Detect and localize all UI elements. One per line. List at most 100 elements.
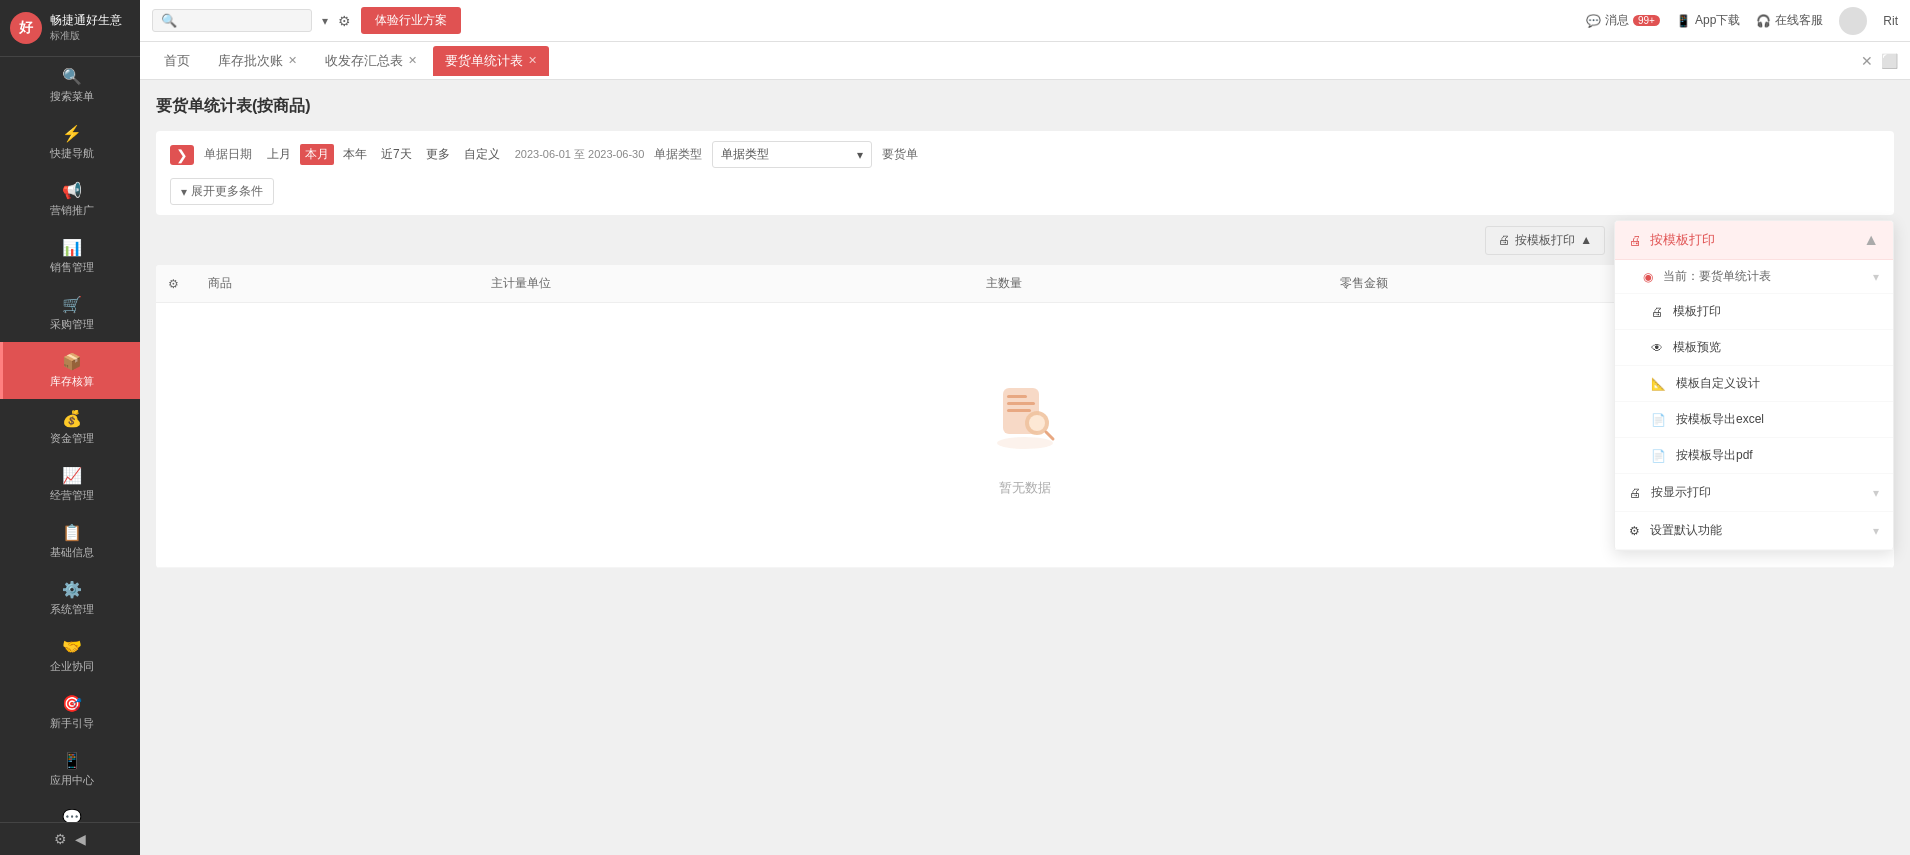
date-btn-last-month[interactable]: 上月 (262, 144, 296, 165)
sidebar-item-system[interactable]: ⚙️ 系统管理 (0, 570, 140, 627)
dropdown-current-arrow-icon: ▾ (1873, 270, 1879, 284)
dropdown-item-template-export-pdf[interactable]: 📄 按模板导出pdf (1615, 438, 1893, 474)
app-tag: 标准版 (50, 29, 122, 43)
cooperation-icon: 🤝 (62, 637, 82, 656)
app-download-item[interactable]: 📱 App下载 (1676, 12, 1740, 29)
tab-controls: ✕ ⬜ (1861, 53, 1898, 69)
dropdown-item-template-custom[interactable]: 📐 模板自定义设计 (1615, 366, 1893, 402)
tab-order-summary[interactable]: 要货单统计表 ✕ (433, 46, 549, 76)
tab-collection-summary-close-icon[interactable]: ✕ (408, 54, 417, 67)
close-all-tabs-icon[interactable]: ✕ (1861, 53, 1873, 69)
template-export-pdf-icon: 📄 (1651, 449, 1666, 463)
print-label: 按模板打印 (1515, 232, 1575, 249)
sidebar-item-wechat[interactable]: 💬 企业微信 (0, 798, 140, 822)
message-item[interactable]: 💬 消息 99+ (1586, 12, 1660, 29)
sidebar-item-inventory[interactable]: 📦 库存核算 (0, 342, 140, 399)
sidebar-item-purchase[interactable]: 🛒 采购管理 (0, 285, 140, 342)
maximize-icon[interactable]: ⬜ (1881, 53, 1898, 69)
expand-filter-button[interactable]: ▾ 展开更多条件 (170, 178, 274, 205)
print-dropdown-arrow-icon: ▲ (1580, 233, 1592, 247)
online-service-item[interactable]: 🎧 在线客服 (1756, 12, 1823, 29)
sidebar-item-quick-nav[interactable]: ⚡ 快捷导航 (0, 114, 140, 171)
date-btn-custom[interactable]: 自定义 (459, 144, 505, 165)
collapse-sidebar-icon[interactable]: ◀ (75, 831, 86, 847)
sidebar-item-finance[interactable]: 💰 资金管理 (0, 399, 140, 456)
goods-filter-label: 要货单 (882, 146, 918, 163)
topbar-search-box[interactable]: 🔍 (152, 9, 312, 32)
search-icon: 🔍 (161, 13, 177, 28)
empty-illustration (985, 373, 1065, 453)
dropdown-close-icon[interactable]: ▲ (1863, 231, 1879, 249)
wechat-icon: 💬 (62, 808, 82, 822)
message-label: 消息 (1605, 12, 1629, 29)
sidebar-item-label: 搜索菜单 (50, 89, 94, 104)
print-template-dropdown: 🖨 按模板打印 ▲ ◉ 当前：要货单统计表 ▾ 🖨 模板打印 👁 模板预览 📐 … (1614, 220, 1894, 551)
tab-home[interactable]: 首页 (152, 46, 202, 76)
dropdown-current-label: 当前：要货单统计表 (1663, 268, 1771, 285)
dropdown-print-icon: 🖨 (1629, 233, 1642, 248)
sidebar-item-label: 采购管理 (50, 317, 94, 332)
table-col-settings: ⚙ (156, 265, 196, 303)
tab-batch-account-close-icon[interactable]: ✕ (288, 54, 297, 67)
app-logo-icon: 好 (10, 12, 42, 44)
sidebar-item-operation[interactable]: 📈 经营管理 (0, 456, 140, 513)
sidebar-item-base[interactable]: 📋 基础信息 (0, 513, 140, 570)
sidebar-item-sales[interactable]: 📊 销售管理 (0, 228, 140, 285)
username-label[interactable]: Rit (1883, 14, 1898, 28)
marketing-icon: 📢 (62, 181, 82, 200)
template-export-excel-icon: 📄 (1651, 413, 1666, 427)
sidebar-item-marketing[interactable]: 📢 营销推广 (0, 171, 140, 228)
sidebar-item-app-center[interactable]: 📱 应用中心 (0, 741, 140, 798)
user-avatar[interactable] (1839, 7, 1867, 35)
column-settings-icon[interactable]: ⚙ (168, 277, 179, 291)
date-btn-current-month[interactable]: 本月 (300, 144, 334, 165)
settings-bottom-icon[interactable]: ⚙ (54, 831, 67, 847)
sidebar-nav: 🔍 搜索菜单 ⚡ 快捷导航 📢 营销推广 📊 销售管理 🛒 采购管理 📦 库存核… (0, 57, 140, 822)
tab-batch-account[interactable]: 库存批次账 ✕ (206, 46, 309, 76)
svg-rect-2 (1007, 395, 1027, 398)
expand-label: 展开更多条件 (191, 183, 263, 200)
template-preview-icon: 👁 (1651, 341, 1663, 355)
dropdown-item-template-print[interactable]: 🖨 模板打印 (1615, 294, 1893, 330)
search-input[interactable] (182, 14, 303, 28)
sidebar-item-label: 新手引导 (50, 716, 94, 731)
date-btn-last-7-days[interactable]: 近7天 (376, 144, 417, 165)
filter-toggle-icon[interactable]: ❯ (170, 145, 194, 165)
tab-collection-summary[interactable]: 收发存汇总表 ✕ (313, 46, 429, 76)
sidebar-item-guide[interactable]: 🎯 新手引导 (0, 684, 140, 741)
topbar-dropdown[interactable]: ▾ (322, 14, 328, 28)
date-btn-current-year[interactable]: 本年 (338, 144, 372, 165)
dropdown-item-set-default[interactable]: ⚙ 设置默认功能 ▾ (1615, 512, 1893, 550)
type-filter-select[interactable]: 单据类型 ▾ (712, 141, 872, 168)
tab-bar: 首页 库存批次账 ✕ 收发存汇总表 ✕ 要货单统计表 ✕ ✕ ⬜ (140, 42, 1910, 80)
app-center-icon: 📱 (62, 751, 82, 770)
sidebar-item-label: 基础信息 (50, 545, 94, 560)
display-print-arrow-icon: ▾ (1873, 486, 1879, 500)
tab-order-summary-label: 要货单统计表 (445, 52, 523, 70)
dropdown-item-template-export-excel[interactable]: 📄 按模板导出excel (1615, 402, 1893, 438)
set-default-arrow-icon: ▾ (1873, 524, 1879, 538)
date-btn-more[interactable]: 更多 (421, 144, 455, 165)
dropdown-current-icon: ◉ (1643, 270, 1653, 284)
svg-point-6 (1029, 415, 1045, 431)
dropdown-item-template-preview[interactable]: 👁 模板预览 (1615, 330, 1893, 366)
print-button[interactable]: 🖨 按模板打印 ▲ (1485, 226, 1605, 255)
demo-button[interactable]: 体验行业方案 (361, 7, 461, 34)
dropdown-current-item[interactable]: ◉ 当前：要货单统计表 ▾ (1615, 260, 1893, 294)
template-export-excel-label: 按模板导出excel (1676, 411, 1764, 428)
display-print-icon: 🖨 (1629, 486, 1641, 500)
dropdown-item-display-print[interactable]: 🖨 按显示打印 ▾ (1615, 474, 1893, 512)
sidebar-item-label: 企业协同 (50, 659, 94, 674)
svg-line-7 (1046, 432, 1053, 439)
tab-collection-summary-label: 收发存汇总表 (325, 52, 403, 70)
sidebar-item-search[interactable]: 🔍 搜索菜单 (0, 57, 140, 114)
sidebar-item-cooperation[interactable]: 🤝 企业协同 (0, 627, 140, 684)
topbar-gear-icon[interactable]: ⚙ (338, 13, 351, 29)
sidebar-item-label: 资金管理 (50, 431, 94, 446)
sidebar-logo-info: 畅捷通好生意 标准版 (50, 13, 122, 43)
empty-text: 暂无数据 (999, 479, 1051, 497)
date-filter-label: 单据日期 (204, 146, 252, 163)
dropdown-arrow-icon: ▾ (322, 14, 328, 28)
tab-order-summary-close-icon[interactable]: ✕ (528, 54, 537, 67)
message-icon: 💬 (1586, 14, 1601, 28)
